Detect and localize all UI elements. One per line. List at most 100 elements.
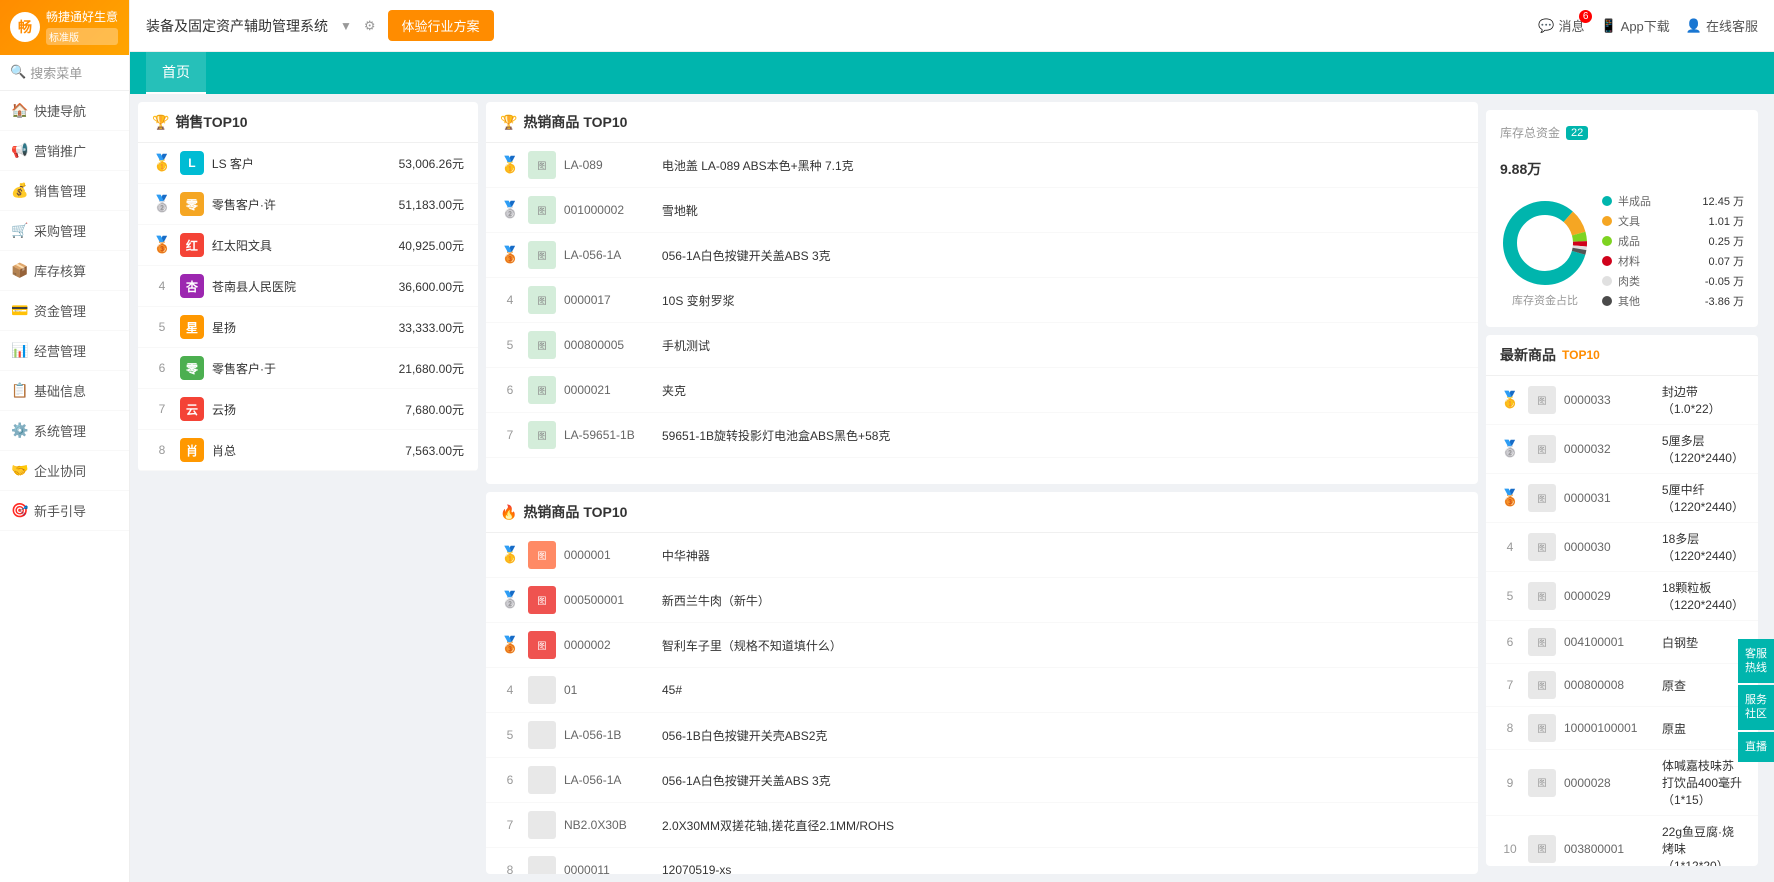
product-listed-item[interactable]: 🥈 图 001000002 雪地靴 bbox=[486, 188, 1478, 233]
new-product-item[interactable]: 6 图 004100001 白钢垫 bbox=[1486, 621, 1758, 664]
product-name: 新西兰牛肉（新牛） bbox=[662, 592, 1464, 609]
hot-products-list: 🥇 图 0000001 中华神器 🥈 图 000500001 新西兰牛肉（新牛）… bbox=[486, 533, 1478, 874]
legend-name: 肉类 bbox=[1618, 273, 1699, 289]
hot-product-item[interactable]: 4 01 45# bbox=[486, 668, 1478, 713]
inventory-summary: 库存总资金 22 9.88万 bbox=[1486, 110, 1758, 327]
product-listed-item[interactable]: 🥉 图 LA-056-1A 056-1A白色按键开关盖ABS 3克 bbox=[486, 233, 1478, 278]
product-thumb: 图 bbox=[1528, 769, 1556, 797]
customer-list-item[interactable]: 7 云 云扬 7,680.00元 bbox=[138, 389, 478, 430]
sidebar-item-icon: 🛒 bbox=[12, 222, 28, 238]
sidebar-item-label: 营销推广 bbox=[34, 141, 86, 160]
product-code: 0000021 bbox=[564, 383, 654, 397]
main-area: 装备及固定资产辅助管理系统 ▼ ⚙ 体验行业方案 💬 消息 6 📱 App下载 … bbox=[130, 0, 1774, 882]
sidebar-item-营销推广[interactable]: 📢营销推广 bbox=[0, 131, 129, 171]
sidebar-item-label: 系统管理 bbox=[34, 421, 86, 440]
sidebar-item-销售管理[interactable]: 💰销售管理 bbox=[0, 171, 129, 211]
customer-list-item[interactable]: 5 星 星扬 33,333.00元 bbox=[138, 307, 478, 348]
online-service-btn[interactable]: 👤 在线客服 bbox=[1686, 16, 1758, 35]
legend-value: -3.86 万 bbox=[1705, 293, 1744, 309]
medal-icon: 🥉 bbox=[1500, 488, 1520, 508]
hot-product-item[interactable]: 8 0000011 12070519-xs bbox=[486, 848, 1478, 874]
float-btn-服务社区[interactable]: 服务社区 bbox=[1738, 685, 1774, 730]
product-code: 0000029 bbox=[1564, 589, 1654, 603]
new-product-item[interactable]: 4 图 0000030 18多层（1220*2440） bbox=[1486, 523, 1758, 572]
inventory-badge: 22 bbox=[1566, 126, 1588, 140]
product-thumb: 图 bbox=[1528, 484, 1556, 512]
dropdown-arrow-icon[interactable]: ▼ bbox=[340, 19, 352, 33]
legend-dot bbox=[1602, 216, 1612, 226]
sidebar-item-快捷导航[interactable]: 🏠快捷导航 bbox=[0, 91, 129, 131]
new-product-item[interactable]: 7 图 000800008 原查 bbox=[1486, 664, 1758, 707]
product-name: 原查 bbox=[1662, 677, 1744, 694]
rank-number: 8 bbox=[1500, 721, 1520, 735]
system-name: 装备及固定资产辅助管理系统 bbox=[146, 16, 328, 36]
product-listed-item[interactable]: 6 图 0000021 夹克 bbox=[486, 368, 1478, 413]
new-product-item[interactable]: 5 图 0000029 18颗粒板（1220*2440） bbox=[1486, 572, 1758, 621]
customer-list-item[interactable]: 🥇 L LS 客户 53,006.26元 bbox=[138, 143, 478, 184]
new-product-item[interactable]: 10 图 003800001 22g鱼豆腐·烧烤味（1*12*20） bbox=[1486, 816, 1758, 866]
product-listed-item[interactable]: 5 图 000800005 手机测试 bbox=[486, 323, 1478, 368]
rank-number: 4 bbox=[500, 683, 520, 697]
customer-list-item[interactable]: 🥈 零 零售客户·许 51,183.00元 bbox=[138, 184, 478, 225]
trial-button[interactable]: 体验行业方案 bbox=[388, 10, 494, 41]
rank-number: 7 bbox=[500, 428, 520, 442]
sidebar-search[interactable]: 🔍 搜索菜单 bbox=[0, 55, 129, 91]
customer-amount: 36,600.00元 bbox=[399, 278, 464, 295]
product-name: 45# bbox=[662, 683, 1464, 697]
customer-avatar: 肖 bbox=[180, 438, 204, 462]
sidebar-item-采购管理[interactable]: 🛒采购管理 bbox=[0, 211, 129, 251]
medal-icon: 🥇 bbox=[500, 545, 520, 565]
new-product-item[interactable]: 🥇 图 0000033 封边带（1.0*22） bbox=[1486, 376, 1758, 425]
tab-home[interactable]: 首页 bbox=[146, 52, 206, 94]
sidebar-item-icon: 🤝 bbox=[12, 462, 28, 478]
product-thumb: 图 bbox=[528, 331, 556, 359]
sidebar-item-资金管理[interactable]: 💳资金管理 bbox=[0, 291, 129, 331]
product-thumb: 图 bbox=[528, 541, 556, 569]
new-product-item[interactable]: 9 图 0000028 体喊嘉枝味苏打饮品400毫升（1*15） bbox=[1486, 750, 1758, 816]
customer-name: 星扬 bbox=[212, 319, 391, 336]
product-name: 夹克 bbox=[662, 382, 1464, 399]
product-listed-item[interactable]: 4 图 0000017 10S 变射罗浆 bbox=[486, 278, 1478, 323]
hot-product-item[interactable]: 🥈 图 000500001 新西兰牛肉（新牛） bbox=[486, 578, 1478, 623]
sidebar-item-库存核算[interactable]: 📦库存核算 bbox=[0, 251, 129, 291]
content-main: 🏆 销售TOP10 🥇 L LS 客户 53,006.26元 🥈 零 零售客户·… bbox=[130, 94, 1774, 882]
rank-number: 6 bbox=[152, 361, 172, 375]
top-products-listed-title: 热销商品 TOP10 bbox=[523, 112, 627, 132]
customer-amount: 40,925.00元 bbox=[399, 237, 464, 254]
float-btn-客服热线[interactable]: 客服热线 bbox=[1738, 639, 1774, 684]
sidebar-item-新手引导[interactable]: 🎯新手引导 bbox=[0, 491, 129, 531]
customer-list-item[interactable]: 4 杏 苍南县人民医院 36,600.00元 bbox=[138, 266, 478, 307]
hot-product-item[interactable]: 7 NB2.0X30B 2.0X30MM双搓花轴,搓花直径2.1MM/ROHS bbox=[486, 803, 1478, 848]
hot-product-item[interactable]: 🥉 图 0000002 智利车子里（规格不知道填什么） bbox=[486, 623, 1478, 668]
sidebar-item-label: 基础信息 bbox=[34, 381, 86, 400]
product-code: 0000033 bbox=[1564, 393, 1654, 407]
gear-icon[interactable]: ⚙ bbox=[364, 18, 376, 34]
float-btn-直播[interactable]: 直播 bbox=[1738, 732, 1774, 762]
sidebar-item-企业协同[interactable]: 🤝企业协同 bbox=[0, 451, 129, 491]
product-code: NB2.0X30B bbox=[564, 818, 654, 832]
customer-list-item[interactable]: 6 零 零售客户·于 21,680.00元 bbox=[138, 348, 478, 389]
message-btn[interactable]: 💬 消息 6 bbox=[1538, 16, 1584, 35]
product-name: 5厘中纤（1220*2440） bbox=[1662, 481, 1744, 515]
product-listed-item[interactable]: 7 图 LA-59651-1B 59651-1B旋转投影灯电池盒ABS黑色+58… bbox=[486, 413, 1478, 458]
sidebar-item-系统管理[interactable]: ⚙️系统管理 bbox=[0, 411, 129, 451]
hot-product-item[interactable]: 6 LA-056-1A 056-1A白色按键开关盖ABS 3克 bbox=[486, 758, 1478, 803]
product-thumb bbox=[528, 766, 556, 794]
sidebar-item-经营管理[interactable]: 📊经营管理 bbox=[0, 331, 129, 371]
customer-list-item[interactable]: 🥉 红 红太阳文具 40,925.00元 bbox=[138, 225, 478, 266]
hot-product-item[interactable]: 🥇 图 0000001 中华神器 bbox=[486, 533, 1478, 578]
customer-amount: 7,563.00元 bbox=[405, 442, 464, 459]
product-listed-item[interactable]: 🥇 图 LA-089 电池盖 LA-089 ABS本色+黑种 7.1克 bbox=[486, 143, 1478, 188]
customer-list-item[interactable]: 8 肖 肖总 7,563.00元 bbox=[138, 430, 478, 471]
hot-product-item[interactable]: 5 LA-056-1B 056-1B白色按键开关壳ABS2克 bbox=[486, 713, 1478, 758]
sidebar-item-icon: 💰 bbox=[12, 182, 28, 198]
new-product-item[interactable]: 🥈 图 0000032 5厘多层（1220*2440） bbox=[1486, 425, 1758, 474]
new-products-top10: TOP10 bbox=[1562, 348, 1600, 362]
app-download-btn[interactable]: 📱 App下载 bbox=[1600, 16, 1669, 35]
topbar-right: 💬 消息 6 📱 App下载 👤 在线客服 bbox=[1538, 16, 1758, 35]
product-code: 0000032 bbox=[1564, 442, 1654, 456]
new-product-item[interactable]: 8 图 10000100001 原盅 bbox=[1486, 707, 1758, 750]
new-product-item[interactable]: 🥉 图 0000031 5厘中纤（1220*2440） bbox=[1486, 474, 1758, 523]
sidebar-item-基础信息[interactable]: 📋基础信息 bbox=[0, 371, 129, 411]
new-products-panel: 最新商品 TOP10 🥇 图 0000033 封边带（1.0*22） 🥈 图 0… bbox=[1486, 335, 1758, 866]
